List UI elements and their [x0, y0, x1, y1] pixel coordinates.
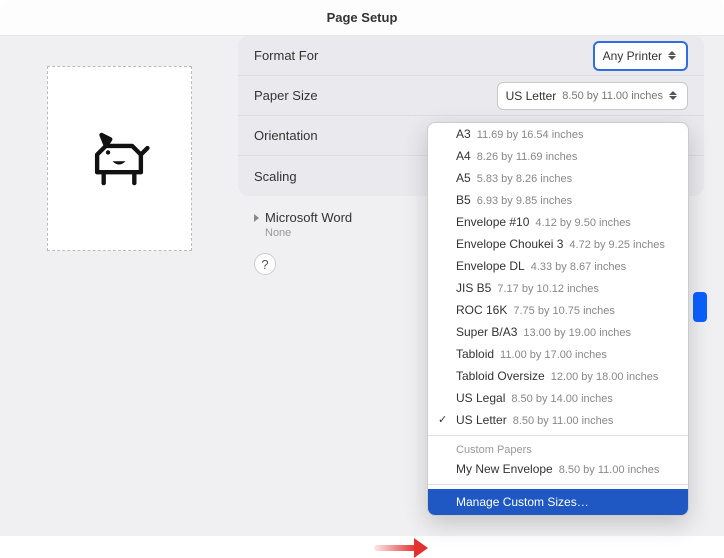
chevron-right-icon [254, 214, 259, 222]
preview-pane [0, 36, 238, 536]
obscured-ok-button[interactable] [693, 292, 707, 322]
orientation-label: Orientation [254, 128, 374, 143]
option-name: US Legal [456, 391, 505, 405]
option-dimensions: 4.72 by 9.25 inches [569, 239, 664, 251]
option-dimensions: 8.50 by 14.00 inches [511, 393, 613, 405]
stepper-icon [669, 87, 679, 105]
option-dimensions: 11.00 by 17.00 inches [500, 349, 607, 361]
option-dimensions: 6.93 by 9.85 inches [477, 195, 572, 207]
paper-size-option[interactable]: A4 8.26 by 11.69 inches [428, 145, 688, 167]
paper-size-option[interactable]: JIS B5 7.17 by 10.12 inches [428, 277, 688, 299]
option-name: B5 [456, 193, 471, 207]
option-dimensions: 13.00 by 19.00 inches [523, 327, 631, 339]
annotation-arrow [374, 538, 428, 558]
option-dimensions: 11.69 by 16.54 inches [477, 129, 584, 141]
page-preview [47, 66, 192, 251]
window-title: Page Setup [327, 10, 398, 25]
option-dimensions: 4.12 by 9.50 inches [535, 217, 630, 229]
option-name: Envelope #10 [456, 215, 529, 229]
paper-size-option[interactable]: Envelope Choukei 3 4.72 by 9.25 inches [428, 233, 688, 255]
option-name: Tabloid Oversize [456, 369, 545, 383]
option-name: My New Envelope [456, 462, 553, 476]
dog-icon [84, 124, 154, 194]
option-dimensions: 8.50 by 11.00 inches [559, 464, 660, 476]
menu-separator [428, 435, 688, 436]
option-name: A3 [456, 127, 471, 141]
scaling-label: Scaling [254, 169, 374, 184]
option-dimensions: 7.17 by 10.12 inches [497, 283, 599, 295]
format-for-value: Any Printer [603, 49, 662, 63]
app-name: Microsoft Word [265, 210, 352, 225]
format-for-select[interactable]: Any Printer [593, 41, 688, 71]
option-name: Envelope DL [456, 259, 525, 273]
paper-size-select[interactable]: US Letter 8.50 by 11.00 inches [497, 82, 688, 110]
paper-size-label: Paper Size [254, 88, 374, 103]
option-name: ROC 16K [456, 303, 507, 317]
paper-size-option[interactable]: My New Envelope 8.50 by 11.00 inches [428, 458, 688, 480]
option-name: Tabloid [456, 347, 494, 361]
custom-papers-header: Custom Papers [428, 440, 688, 458]
paper-size-option[interactable]: A3 11.69 by 16.54 inches [428, 123, 688, 145]
option-name: Super B/A3 [456, 325, 517, 339]
option-dimensions: 4.33 by 8.67 inches [531, 261, 626, 273]
menu-separator [428, 484, 688, 485]
window-titlebar: Page Setup [0, 0, 724, 36]
paper-size-option[interactable]: ROC 16K 7.75 by 10.75 inches [428, 299, 688, 321]
paper-size-option[interactable]: US Letter 8.50 by 11.00 inches [428, 409, 688, 431]
format-for-row: Format For Any Printer [238, 36, 704, 76]
option-dimensions: 8.26 by 11.69 inches [477, 151, 578, 163]
format-for-label: Format For [254, 48, 374, 63]
paper-size-option[interactable]: US Legal 8.50 by 14.00 inches [428, 387, 688, 409]
paper-size-row: Paper Size US Letter 8.50 by 11.00 inche… [238, 76, 704, 116]
paper-size-option[interactable]: Tabloid 11.00 by 17.00 inches [428, 343, 688, 365]
option-name: JIS B5 [456, 281, 491, 295]
stepper-icon [668, 47, 678, 65]
app-sub: None [265, 227, 352, 239]
paper-size-option[interactable]: A5 5.83 by 8.26 inches [428, 167, 688, 189]
option-name: A4 [456, 149, 471, 163]
manage-custom-sizes-item[interactable]: Manage Custom Sizes… [428, 489, 688, 515]
option-name: US Letter [456, 413, 507, 427]
option-dimensions: 5.83 by 8.26 inches [477, 173, 572, 185]
paper-size-menu: A3 11.69 by 16.54 inches A4 8.26 by 11.69 i… [427, 122, 689, 516]
option-dimensions: 7.75 by 10.75 inches [513, 305, 615, 317]
help-icon: ? [261, 257, 268, 272]
paper-size-value: US Letter [506, 89, 557, 103]
option-dimensions: 12.00 by 18.00 inches [551, 371, 659, 383]
option-dimensions: 8.50 by 11.00 inches [513, 415, 614, 427]
paper-size-option[interactable]: B5 6.93 by 9.85 inches [428, 189, 688, 211]
option-name: Envelope Choukei 3 [456, 237, 563, 251]
paper-size-option[interactable]: Envelope DL 4.33 by 8.67 inches [428, 255, 688, 277]
option-name: A5 [456, 171, 471, 185]
help-button[interactable]: ? [254, 253, 276, 275]
paper-size-dimensions: 8.50 by 11.00 inches [562, 90, 663, 102]
paper-size-option[interactable]: Tabloid Oversize 12.00 by 18.00 inches [428, 365, 688, 387]
dialog-body: Format For Any Printer Paper Size US Let… [0, 36, 724, 536]
paper-size-option[interactable]: Super B/A3 13.00 by 19.00 inches [428, 321, 688, 343]
paper-size-option[interactable]: Envelope #10 4.12 by 9.50 inches [428, 211, 688, 233]
